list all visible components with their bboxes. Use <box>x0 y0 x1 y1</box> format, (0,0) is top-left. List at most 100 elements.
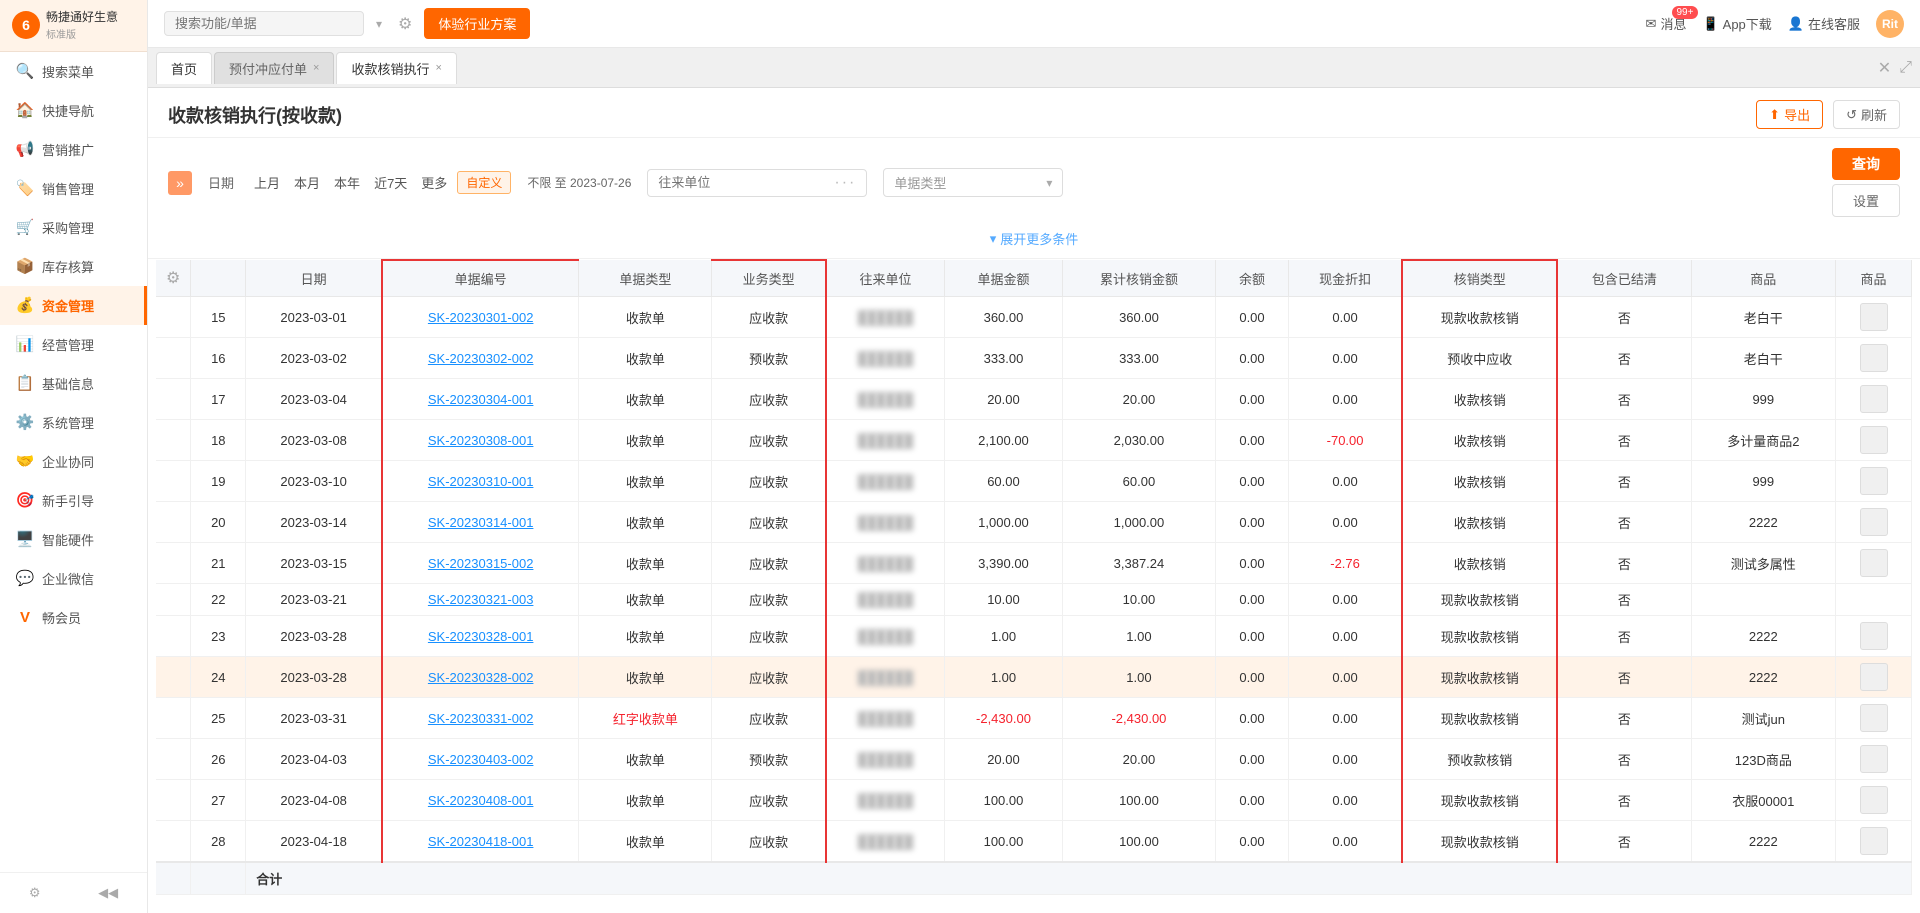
filter-toggle-button[interactable]: » <box>168 171 192 195</box>
table-row[interactable]: 262023-04-03SK-20230403-002收款单预收款██████2… <box>156 739 1912 780</box>
date-this-year[interactable]: 本年 <box>330 171 364 194</box>
table-cell[interactable]: SK-20230304-001 <box>382 379 579 420</box>
table-row[interactable]: 152023-03-01SK-20230301-002收款单应收款██████3… <box>156 297 1912 338</box>
sidebar-item-marketing[interactable]: 📢 营销推广 <box>0 130 147 169</box>
user-avatar[interactable]: Rit <box>1876 10 1904 38</box>
table-row[interactable]: 212023-03-15SK-20230315-002收款单应收款██████3… <box>156 543 1912 584</box>
order-link[interactable]: SK-20230328-001 <box>428 629 534 644</box>
table-cell[interactable]: SK-20230328-001 <box>382 616 579 657</box>
query-button[interactable]: 查询 <box>1832 148 1900 180</box>
date-custom-button[interactable]: 自定义 <box>457 171 511 194</box>
online-service-button[interactable]: 👤 在线客服 <box>1788 14 1860 33</box>
order-link[interactable]: SK-20230321-003 <box>428 592 534 607</box>
sidebar-item-search[interactable]: 🔍 搜索菜单 <box>0 52 147 91</box>
sidebar-item-collab[interactable]: 🤝 企业协同 <box>0 442 147 481</box>
collapse-sidebar-button[interactable]: ◀◀ <box>90 881 126 905</box>
table-row[interactable]: 192023-03-10SK-20230310-001收款单应收款██████6… <box>156 461 1912 502</box>
table-cell[interactable]: SK-20230408-001 <box>382 780 579 821</box>
partner-more-icon[interactable]: ··· <box>834 174 856 192</box>
table-cell[interactable]: SK-20230403-002 <box>382 739 579 780</box>
order-link[interactable]: SK-20230314-001 <box>428 515 534 530</box>
refresh-button[interactable]: ↺ 刷新 <box>1833 100 1900 129</box>
sidebar-item-wechat[interactable]: 💬 企业微信 <box>0 559 147 598</box>
table-cell: ██████ <box>826 461 945 502</box>
order-link[interactable]: SK-20230408-001 <box>428 793 534 808</box>
sidebar-item-system[interactable]: ⚙️ 系统管理 <box>0 403 147 442</box>
table-row[interactable]: 202023-03-14SK-20230314-001收款单应收款██████1… <box>156 502 1912 543</box>
table-cell: 否 <box>1557 379 1691 420</box>
doc-type-filter-wrap[interactable]: 单据类型 ▾ <box>883 168 1063 197</box>
order-link[interactable]: SK-20230304-001 <box>428 392 534 407</box>
table-cell: 应收款 <box>712 821 826 863</box>
table-row[interactable]: 182023-03-08SK-20230308-001收款单应收款██████2… <box>156 420 1912 461</box>
sidebar-item-finance[interactable]: 💰 资金管理 <box>0 286 147 325</box>
sidebar-item-quick-nav[interactable]: 🏠 快捷导航 <box>0 91 147 130</box>
partner-input[interactable] <box>658 175 834 190</box>
settings-footer-button[interactable]: ⚙ <box>21 881 49 905</box>
tab-prepay[interactable]: 预付冲应付单 × <box>214 52 334 84</box>
order-link[interactable]: SK-20230301-002 <box>428 310 534 325</box>
table-cell[interactable]: SK-20230328-002 <box>382 657 579 698</box>
settings-gear-icon[interactable]: ⚙ <box>398 14 412 34</box>
table-cell[interactable]: SK-20230418-001 <box>382 821 579 863</box>
app-download-button[interactable]: 📱 App下载 <box>1702 14 1771 33</box>
table-cell[interactable]: SK-20230308-001 <box>382 420 579 461</box>
table-row[interactable]: 222023-03-21SK-20230321-003收款单应收款██████1… <box>156 584 1912 616</box>
order-link[interactable]: SK-20230308-001 <box>428 433 534 448</box>
order-link[interactable]: SK-20230328-002 <box>428 670 534 685</box>
search-input-wrap[interactable] <box>164 11 364 36</box>
date-last-month[interactable]: 上月 <box>250 171 284 194</box>
tab-prepay-close-icon[interactable]: × <box>313 62 319 74</box>
order-link[interactable]: SK-20230315-002 <box>428 556 534 571</box>
tabbar-close-all-icon[interactable]: ✕ <box>1878 58 1891 78</box>
order-link[interactable]: SK-20230403-002 <box>428 752 534 767</box>
table-cell[interactable]: SK-20230314-001 <box>382 502 579 543</box>
table-cell[interactable]: SK-20230331-002 <box>382 698 579 739</box>
tab-receipts[interactable]: 收款核销执行 × <box>336 52 456 84</box>
date-7days[interactable]: 近7天 <box>370 171 411 194</box>
order-link[interactable]: SK-20230302-002 <box>428 351 534 366</box>
table-settings-button[interactable]: 设置 <box>1832 184 1900 217</box>
table-cell: 23 <box>191 616 246 657</box>
date-this-month[interactable]: 本月 <box>290 171 324 194</box>
tab-receipts-close-icon[interactable]: × <box>435 62 441 74</box>
tabbar-expand-icon[interactable]: ⤢ <box>1899 59 1912 77</box>
table-cell[interactable]: SK-20230302-002 <box>382 338 579 379</box>
table-row[interactable]: 282023-04-18SK-20230418-001收款单应收款██████1… <box>156 821 1912 863</box>
col-settings-header[interactable]: ⚙ <box>156 260 191 297</box>
sidebar-item-sales[interactable]: 🏷️ 销售管理 <box>0 169 147 208</box>
sidebar-item-member[interactable]: V 畅会员 <box>0 598 147 637</box>
table-row[interactable]: 232023-03-28SK-20230328-001收款单应收款██████1… <box>156 616 1912 657</box>
order-link[interactable]: SK-20230310-001 <box>428 474 534 489</box>
table-row[interactable]: 172023-03-04SK-20230304-001收款单应收款██████2… <box>156 379 1912 420</box>
export-button[interactable]: ⬆ 导出 <box>1756 100 1823 129</box>
sidebar-item-inventory[interactable]: 📦 库存核算 <box>0 247 147 286</box>
message-button[interactable]: ✉ 消息 99+ <box>1646 14 1687 33</box>
partner-filter-wrap[interactable]: ··· <box>647 169 867 197</box>
table-cell[interactable]: SK-20230315-002 <box>382 543 579 584</box>
search-input[interactable] <box>175 16 315 31</box>
tab-home[interactable]: 首页 <box>156 52 212 84</box>
search-chevron-icon[interactable]: ▾ <box>376 17 382 31</box>
clipboard-icon: 📋 <box>16 374 34 392</box>
sidebar-item-hardware[interactable]: 🖥️ 智能硬件 <box>0 520 147 559</box>
expand-label: 展开更多条件 <box>1000 229 1078 248</box>
sidebar-item-basic[interactable]: 📋 基础信息 <box>0 364 147 403</box>
table-row[interactable]: 272023-04-08SK-20230408-001收款单应收款██████1… <box>156 780 1912 821</box>
date-more[interactable]: 更多 <box>417 171 451 194</box>
table-row[interactable]: 242023-03-28SK-20230328-002收款单应收款██████1… <box>156 657 1912 698</box>
order-link[interactable]: SK-20230418-001 <box>428 834 534 849</box>
industry-solution-button[interactable]: 体验行业方案 <box>424 8 530 39</box>
table-cell[interactable]: SK-20230321-003 <box>382 584 579 616</box>
table-row[interactable]: 252023-03-31SK-20230331-002红字收款单应收款█████… <box>156 698 1912 739</box>
sidebar-item-operation[interactable]: 📊 经营管理 <box>0 325 147 364</box>
table-cell <box>156 698 191 739</box>
table-row[interactable]: 162023-03-02SK-20230302-002收款单预收款██████3… <box>156 338 1912 379</box>
sidebar-item-purchase[interactable]: 🛒 采购管理 <box>0 208 147 247</box>
table-cell[interactable]: SK-20230310-001 <box>382 461 579 502</box>
column-settings-icon[interactable]: ⚙ <box>166 270 180 287</box>
expand-conditions-button[interactable]: ▾ 展开更多条件 <box>990 229 1079 248</box>
sidebar-item-guide[interactable]: 🎯 新手引导 <box>0 481 147 520</box>
order-link[interactable]: SK-20230331-002 <box>428 711 534 726</box>
table-cell[interactable]: SK-20230301-002 <box>382 297 579 338</box>
